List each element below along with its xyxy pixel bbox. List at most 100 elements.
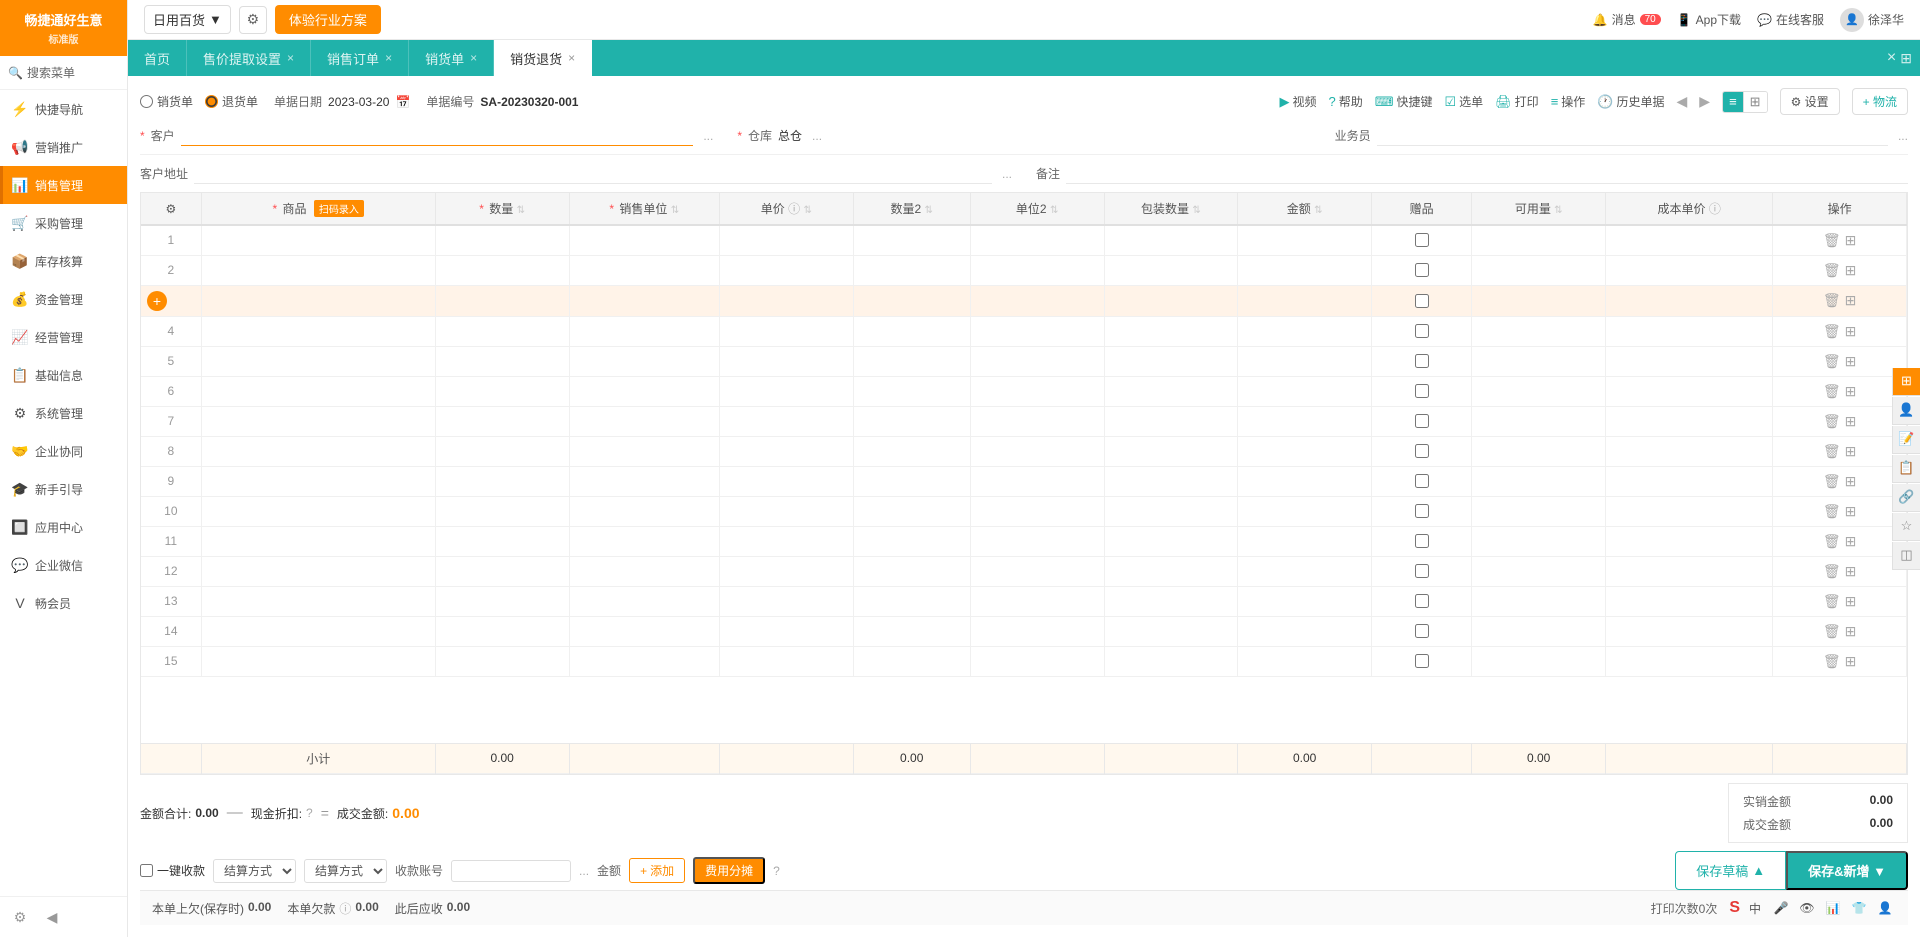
delete-row-button[interactable]: 🗑 xyxy=(1823,563,1841,580)
scan-input-button[interactable]: 扫码录入 xyxy=(314,200,364,217)
th-settings[interactable]: ⚙ xyxy=(141,193,201,225)
radio-sale[interactable]: 销货单 xyxy=(140,93,193,110)
status-icon-chinese[interactable]: 中 xyxy=(1744,897,1766,919)
product-cell[interactable] xyxy=(201,646,435,676)
daily-category-select[interactable]: 日用百货 ▼ xyxy=(144,5,231,34)
collapse-icon[interactable]: ◀ xyxy=(40,905,64,929)
help-button[interactable]: ? 帮助 xyxy=(1328,93,1362,110)
copy-row-button[interactable]: ⊞ xyxy=(1845,473,1857,490)
delete-row-button[interactable]: 🗑 xyxy=(1823,262,1841,279)
copy-row-button[interactable]: ⊞ xyxy=(1845,563,1857,580)
account-method-select[interactable]: 结算方式 xyxy=(304,859,387,883)
select-order-button[interactable]: ☑ 选单 xyxy=(1444,93,1483,110)
product-cell[interactable] xyxy=(201,526,435,556)
delete-row-button[interactable]: 🗑 xyxy=(1823,473,1841,490)
experience-button[interactable]: 体验行业方案 xyxy=(275,5,381,34)
messages-button[interactable]: 🔔 消息 70 xyxy=(1593,11,1661,28)
copy-row-button[interactable]: ⊞ xyxy=(1845,232,1857,249)
calendar-icon[interactable]: 📅 xyxy=(395,95,410,109)
qty2-sort-icon[interactable]: ⇅ xyxy=(925,205,933,216)
close-all-tabs[interactable]: × ⊞ xyxy=(1879,40,1920,76)
gift-checkbox[interactable] xyxy=(1415,564,1429,578)
product-cell[interactable] xyxy=(201,376,435,406)
sidebar-item-finance[interactable]: 💰 资金管理 xyxy=(0,280,127,318)
list-view-button[interactable]: ≡ xyxy=(1723,92,1744,112)
add-row-button[interactable]: + xyxy=(147,291,167,311)
operate-button[interactable]: ≡ 操作 xyxy=(1551,93,1586,110)
copy-row-button[interactable]: ⊞ xyxy=(1845,443,1857,460)
customer-more-button[interactable]: ... xyxy=(703,129,713,143)
pack-sort-icon[interactable]: ⇅ xyxy=(1192,205,1200,216)
gift-checkbox[interactable] xyxy=(1415,504,1429,518)
gift-checkbox[interactable] xyxy=(1415,624,1429,638)
qty-sort-icon[interactable]: ⇅ xyxy=(517,205,525,216)
delete-row-button[interactable]: 🗑 xyxy=(1823,503,1841,520)
gift-checkbox[interactable] xyxy=(1415,233,1429,247)
copy-row-button[interactable]: ⊞ xyxy=(1845,593,1857,610)
delete-row-button[interactable]: 🗑 xyxy=(1823,232,1841,249)
one-click-pay-checkbox[interactable] xyxy=(140,864,153,877)
delete-row-button[interactable]: 🗑 xyxy=(1823,383,1841,400)
tab-sales-order[interactable]: 销售订单 × xyxy=(311,40,409,76)
product-cell[interactable] xyxy=(201,316,435,346)
copy-row-button[interactable]: ⊞ xyxy=(1845,503,1857,520)
delete-row-button[interactable]: 🗑 xyxy=(1823,623,1841,640)
fee-question-icon[interactable]: ? xyxy=(773,864,780,878)
price-sort-icon[interactable]: ⇅ xyxy=(804,205,812,216)
delete-row-button[interactable]: 🗑 xyxy=(1823,353,1841,370)
question-icon[interactable]: ? xyxy=(306,806,313,820)
copy-row-button[interactable]: ⊞ xyxy=(1845,262,1857,279)
app-download-button[interactable]: 📱 App下载 xyxy=(1677,11,1741,28)
status-icon-eye[interactable]: 👁 xyxy=(1796,897,1818,919)
copy-row-button[interactable]: ⊞ xyxy=(1845,623,1857,640)
delete-row-button[interactable]: 🗑 xyxy=(1823,323,1841,340)
online-service-button[interactable]: 💬 在线客服 xyxy=(1757,11,1824,28)
sidebar-item-operation[interactable]: 📈 经营管理 xyxy=(0,318,127,356)
tab-sales-return[interactable]: 销货退货 × xyxy=(494,40,592,76)
status-icon-table[interactable]: 📊 xyxy=(1822,897,1844,919)
unit-sort-icon[interactable]: ⇅ xyxy=(671,205,679,216)
gift-checkbox[interactable] xyxy=(1415,594,1429,608)
radio-return-input[interactable] xyxy=(205,95,218,108)
sidebar-item-shortcut[interactable]: ⚡ 快捷导航 xyxy=(0,90,127,128)
sidebar-item-guide[interactable]: 🎓 新手引导 xyxy=(0,470,127,508)
amount-sort-icon[interactable]: ⇅ xyxy=(1314,205,1322,216)
quick-btn-4[interactable]: 📋 xyxy=(1892,455,1920,483)
quick-btn-3[interactable]: 📝 xyxy=(1892,426,1920,454)
tab-price-settings[interactable]: 售价提取设置 × xyxy=(187,40,311,76)
gift-checkbox[interactable] xyxy=(1415,294,1429,308)
calc-method-select[interactable]: 结算方式 xyxy=(213,859,296,883)
product-cell[interactable] xyxy=(201,616,435,646)
save-draft-button[interactable]: 保存草稿 ▲ xyxy=(1675,851,1786,890)
gift-checkbox[interactable] xyxy=(1415,414,1429,428)
radio-sale-input[interactable] xyxy=(140,95,153,108)
unit2-sort-icon[interactable]: ⇅ xyxy=(1050,205,1058,216)
quick-btn-6[interactable]: ☆ xyxy=(1892,513,1920,541)
copy-row-button[interactable]: ⊞ xyxy=(1845,533,1857,550)
account-input[interactable] xyxy=(451,860,571,882)
gift-checkbox[interactable] xyxy=(1415,263,1429,277)
next-record-button[interactable]: ▶ xyxy=(1699,93,1710,110)
quick-btn-7[interactable]: ◫ xyxy=(1892,542,1920,570)
fee-split-button[interactable]: 费用分摊 xyxy=(693,857,765,884)
copy-row-button[interactable]: ⊞ xyxy=(1845,323,1857,340)
delete-row-button[interactable]: 🗑 xyxy=(1823,533,1841,550)
staff-input[interactable] xyxy=(1377,125,1888,146)
customer-input[interactable] xyxy=(181,125,694,146)
product-cell[interactable] xyxy=(201,496,435,526)
quick-btn-5[interactable]: 🔗 xyxy=(1892,484,1920,512)
copy-row-button[interactable]: ⊞ xyxy=(1845,383,1857,400)
address-more-button[interactable]: ... xyxy=(1002,167,1012,181)
delete-row-button[interactable]: 🗑 xyxy=(1823,292,1841,309)
address-input[interactable] xyxy=(194,163,992,184)
staff-more-button[interactable]: ... xyxy=(1898,129,1908,143)
product-cell[interactable] xyxy=(201,255,435,285)
save-new-button[interactable]: 保存&新增 ▼ xyxy=(1786,851,1908,890)
quick-btn-1[interactable]: ⊞ xyxy=(1892,368,1920,396)
sidebar-item-enterprise[interactable]: 🤝 企业协同 xyxy=(0,432,127,470)
radio-return[interactable]: 退货单 xyxy=(205,93,258,110)
logistics-button[interactable]: + 物流 xyxy=(1852,88,1908,115)
delete-row-button[interactable]: 🗑 xyxy=(1823,413,1841,430)
account-more-button[interactable]: ... xyxy=(579,864,589,878)
sidebar-item-basic[interactable]: 📋 基础信息 xyxy=(0,356,127,394)
